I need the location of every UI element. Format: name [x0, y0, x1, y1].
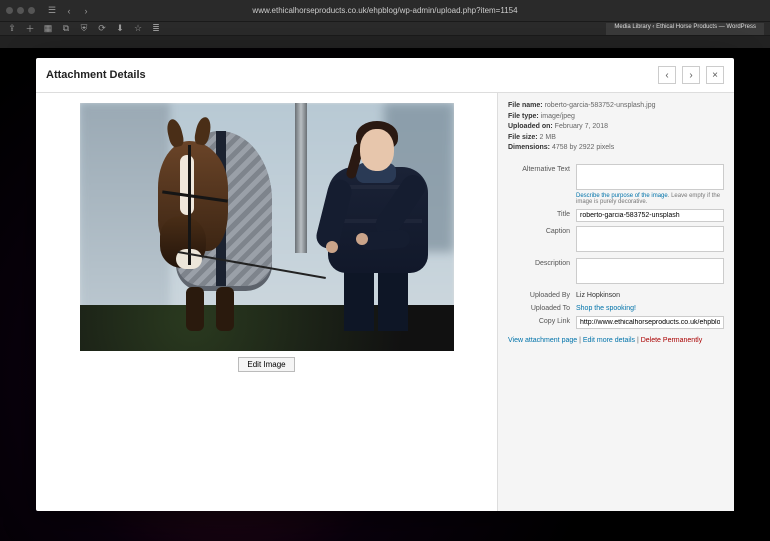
- attachment-details-modal: Attachment Details ‹ › ×: [36, 58, 734, 511]
- alt-text-input[interactable]: [576, 164, 724, 190]
- close-window-icon[interactable]: [6, 7, 13, 14]
- description-input[interactable]: [576, 258, 724, 284]
- dimensions-value: 4758 by 2922 pixels: [552, 144, 614, 151]
- close-modal-button[interactable]: ×: [706, 66, 724, 84]
- uploaded-by-label: Uploaded By: [508, 290, 570, 299]
- delete-permanently-link[interactable]: Delete Permanently: [641, 337, 702, 344]
- caption-input[interactable]: [576, 226, 724, 252]
- file-name-value: roberto-garcia-583752-unsplash.jpg: [545, 102, 656, 109]
- alt-text-hint: Describe the purpose of the image. Leave…: [576, 193, 724, 205]
- share-icon[interactable]: ⇪: [6, 23, 18, 35]
- description-label: Description: [508, 258, 570, 267]
- uploaded-on-value: February 7, 2018: [555, 123, 608, 130]
- zoom-window-icon[interactable]: [28, 7, 35, 14]
- person-illustration: [310, 113, 440, 331]
- back-icon[interactable]: ‹: [63, 5, 75, 17]
- copy-icon[interactable]: ⧉: [60, 23, 72, 35]
- uploaded-by-value: Liz Hopkinson: [576, 290, 724, 299]
- grid-icon[interactable]: ▦: [42, 23, 54, 35]
- file-type-label: File type:: [508, 113, 539, 120]
- bookmarks-icon[interactable]: ☆: [132, 23, 144, 35]
- caption-label: Caption: [508, 226, 570, 235]
- title-label: Title: [508, 209, 570, 218]
- shield-icon[interactable]: ⛨: [78, 23, 90, 35]
- uploaded-to-link[interactable]: Shop the spooking!: [576, 305, 636, 312]
- view-attachment-link[interactable]: View attachment page: [508, 337, 577, 344]
- browser-tab[interactable]: Media Library ‹ Ethical Horse Products —…: [606, 23, 764, 35]
- alt-text-label: Alternative Text: [508, 164, 570, 173]
- reader-icon[interactable]: ≣: [150, 23, 162, 35]
- copy-link-label: Copy Link: [508, 316, 570, 325]
- copy-link-input[interactable]: [576, 316, 724, 329]
- window-controls[interactable]: [6, 7, 35, 14]
- minimize-window-icon[interactable]: [17, 7, 24, 14]
- edit-image-button[interactable]: Edit Image: [238, 357, 294, 372]
- horse-illustration: [140, 121, 310, 331]
- attachment-preview-pane: Edit Image: [36, 93, 498, 511]
- next-attachment-button[interactable]: ›: [682, 66, 700, 84]
- attachment-image: [80, 103, 454, 351]
- dimensions-label: Dimensions:: [508, 144, 550, 151]
- address-bar[interactable]: www.ethicalhorseproducts.co.uk/ehpblog/w…: [252, 6, 517, 15]
- modal-title: Attachment Details: [46, 69, 146, 81]
- forward-icon[interactable]: ›: [80, 5, 92, 17]
- uploaded-on-label: Uploaded on:: [508, 123, 553, 130]
- attachment-sidebar: File name: roberto-garcia-583752-unsplas…: [498, 93, 734, 511]
- modal-header: Attachment Details ‹ › ×: [36, 58, 734, 93]
- prev-attachment-button[interactable]: ‹: [658, 66, 676, 84]
- file-size-value: 2 MB: [540, 134, 556, 141]
- add-icon[interactable]: ＋: [24, 23, 36, 35]
- attachment-actions: View attachment page | Edit more details…: [508, 337, 724, 344]
- edit-details-link[interactable]: Edit more details: [583, 337, 635, 344]
- file-type-value: image/jpeg: [541, 113, 575, 120]
- file-size-label: File size:: [508, 134, 538, 141]
- uploaded-to-label: Uploaded To: [508, 303, 570, 312]
- sidebar-icon[interactable]: ☰: [46, 5, 58, 17]
- refresh-icon[interactable]: ⟳: [96, 23, 108, 35]
- browser-chrome: ☰ ‹ › www.ethicalhorseproducts.co.uk/ehp…: [0, 0, 770, 48]
- downloads-icon[interactable]: ⬇: [114, 23, 126, 35]
- title-input[interactable]: [576, 209, 724, 222]
- file-name-label: File name:: [508, 102, 543, 109]
